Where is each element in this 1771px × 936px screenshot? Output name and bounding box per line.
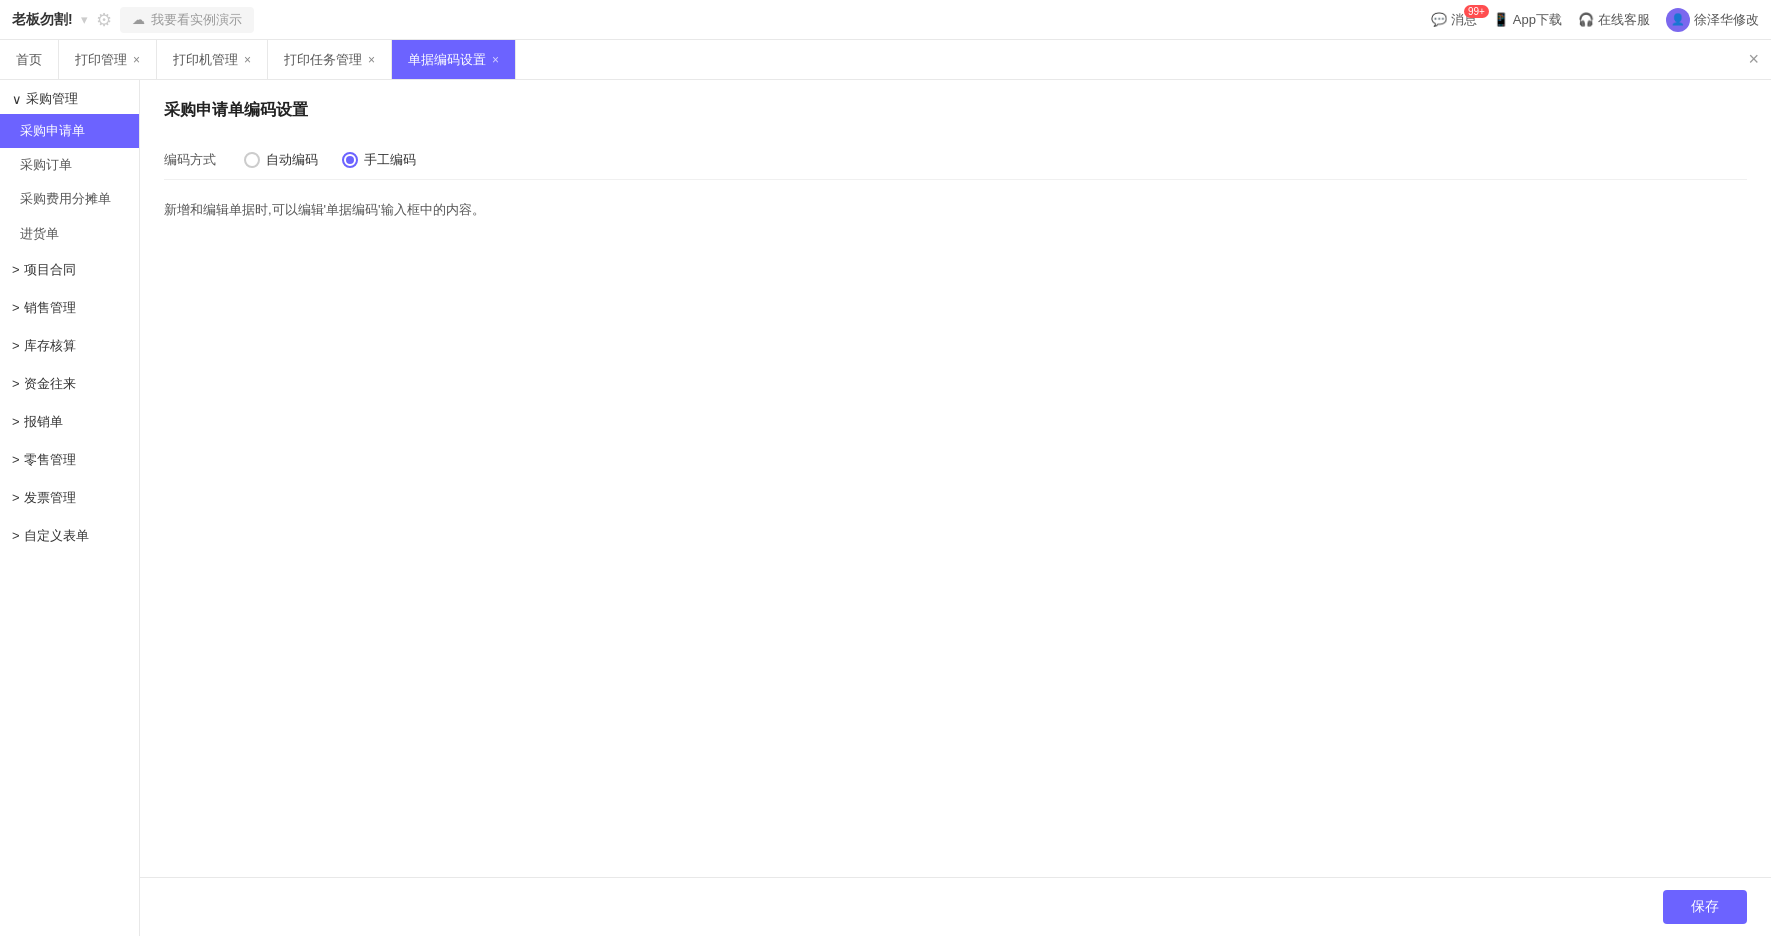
- app-download-button[interactable]: 📱 App下载: [1493, 11, 1562, 29]
- auto-code-label: 自动编码: [266, 151, 318, 169]
- close-all-tabs[interactable]: ×: [1736, 49, 1771, 70]
- sidebar-group-expense[interactable]: > 报销单: [0, 403, 139, 441]
- content-inner: 采购申请单编码设置 编码方式 自动编码 手工编码 新增和编辑单据时,可以编辑'单…: [140, 80, 1771, 877]
- chevron-right-icon: >: [12, 300, 20, 315]
- content-footer: 保存: [140, 877, 1771, 936]
- page-title: 采购申请单编码设置: [164, 100, 1747, 121]
- chevron-right-icon: >: [12, 414, 20, 429]
- message-icon: 💬: [1431, 12, 1447, 27]
- encoding-form-row: 编码方式 自动编码 手工编码: [164, 141, 1747, 180]
- close-tab-print-task-management[interactable]: ×: [368, 53, 375, 67]
- manual-code-option[interactable]: 手工编码: [342, 151, 416, 169]
- description-text: 新增和编辑单据时,可以编辑'单据编码'输入框中的内容。: [164, 200, 1747, 221]
- auto-code-radio[interactable]: [244, 152, 260, 168]
- message-button[interactable]: 💬 消息 99+: [1431, 11, 1477, 29]
- search-text: 我要看实例演示: [151, 11, 242, 29]
- search-icon: ☁: [132, 12, 145, 27]
- sidebar-item-purchase-receipt[interactable]: 进货单: [0, 217, 139, 251]
- message-badge: 99+: [1464, 5, 1489, 18]
- close-tab-printer-management[interactable]: ×: [244, 53, 251, 67]
- headset-icon: 🎧: [1578, 12, 1594, 27]
- sidebar-group-sales[interactable]: > 销售管理: [0, 289, 139, 327]
- manual-code-label: 手工编码: [364, 151, 416, 169]
- app-logo: 老板勿割!: [12, 11, 73, 29]
- chevron-right-icon: >: [12, 338, 20, 353]
- sidebar-item-purchase-expense[interactable]: 采购费用分摊单: [0, 182, 139, 216]
- sidebar-group-custom-form[interactable]: > 自定义表单: [0, 517, 139, 555]
- online-service-button[interactable]: 🎧 在线客服: [1578, 11, 1650, 29]
- tab-print-task-management[interactable]: 打印任务管理 ×: [268, 40, 392, 79]
- sidebar: ∨ 采购管理 采购申请单 采购订单 采购费用分摊单 进货单 > 项目合同 > 销…: [0, 80, 140, 936]
- chevron-right-icon: >: [12, 452, 20, 467]
- tab-printer-management[interactable]: 打印机管理 ×: [157, 40, 268, 79]
- chevron-right-icon: >: [12, 490, 20, 505]
- top-bar-left: 老板勿割! ▾ ⚙ ☁ 我要看实例演示: [12, 7, 254, 33]
- sidebar-item-purchase-requisition[interactable]: 采购申请单: [0, 114, 139, 148]
- close-tab-encoding-settings[interactable]: ×: [492, 53, 499, 67]
- avatar-icon: 👤: [1671, 13, 1685, 26]
- top-bar-right: 💬 消息 99+ 📱 App下载 🎧 在线客服 👤 徐泽华修改: [1431, 8, 1759, 32]
- sidebar-group-purchase[interactable]: ∨ 采购管理: [0, 80, 139, 114]
- chevron-right-icon: >: [12, 376, 20, 391]
- content-area: 采购申请单编码设置 编码方式 自动编码 手工编码 新增和编辑单据时,可以编辑'单…: [140, 80, 1771, 936]
- sidebar-group-funds[interactable]: > 资金往来: [0, 365, 139, 403]
- encoding-label: 编码方式: [164, 151, 244, 169]
- user-menu[interactable]: 👤 徐泽华修改: [1666, 8, 1759, 32]
- tab-encoding-settings[interactable]: 单据编码设置 ×: [392, 40, 516, 79]
- sidebar-group-inventory[interactable]: > 库存核算: [0, 327, 139, 365]
- encoding-radios: 自动编码 手工编码: [244, 151, 416, 169]
- tab-bar: 首页 打印管理 × 打印机管理 × 打印任务管理 × 单据编码设置 × ×: [0, 40, 1771, 80]
- sidebar-group-project-contract[interactable]: > 项目合同: [0, 251, 139, 289]
- save-button[interactable]: 保存: [1663, 890, 1747, 924]
- avatar: 👤: [1666, 8, 1690, 32]
- sidebar-group-retail[interactable]: > 零售管理: [0, 441, 139, 479]
- chevron-right-icon: >: [12, 528, 20, 543]
- tab-home[interactable]: 首页: [0, 40, 59, 79]
- search-bar[interactable]: ☁ 我要看实例演示: [120, 7, 254, 33]
- close-tab-print-management[interactable]: ×: [133, 53, 140, 67]
- top-bar: 老板勿割! ▾ ⚙ ☁ 我要看实例演示 💬 消息 99+ 📱 App下载 🎧 在…: [0, 0, 1771, 40]
- chevron-right-icon: >: [12, 262, 20, 277]
- manual-code-radio[interactable]: [342, 152, 358, 168]
- app-icon: 📱: [1493, 12, 1509, 27]
- tab-print-management[interactable]: 打印管理 ×: [59, 40, 157, 79]
- auto-code-option[interactable]: 自动编码: [244, 151, 318, 169]
- sidebar-item-purchase-order[interactable]: 采购订单: [0, 148, 139, 182]
- sidebar-group-invoice[interactable]: > 发票管理: [0, 479, 139, 517]
- chevron-down-icon: ∨: [12, 92, 22, 107]
- main-layout: ∨ 采购管理 采购申请单 采购订单 采购费用分摊单 进货单 > 项目合同 > 销…: [0, 80, 1771, 936]
